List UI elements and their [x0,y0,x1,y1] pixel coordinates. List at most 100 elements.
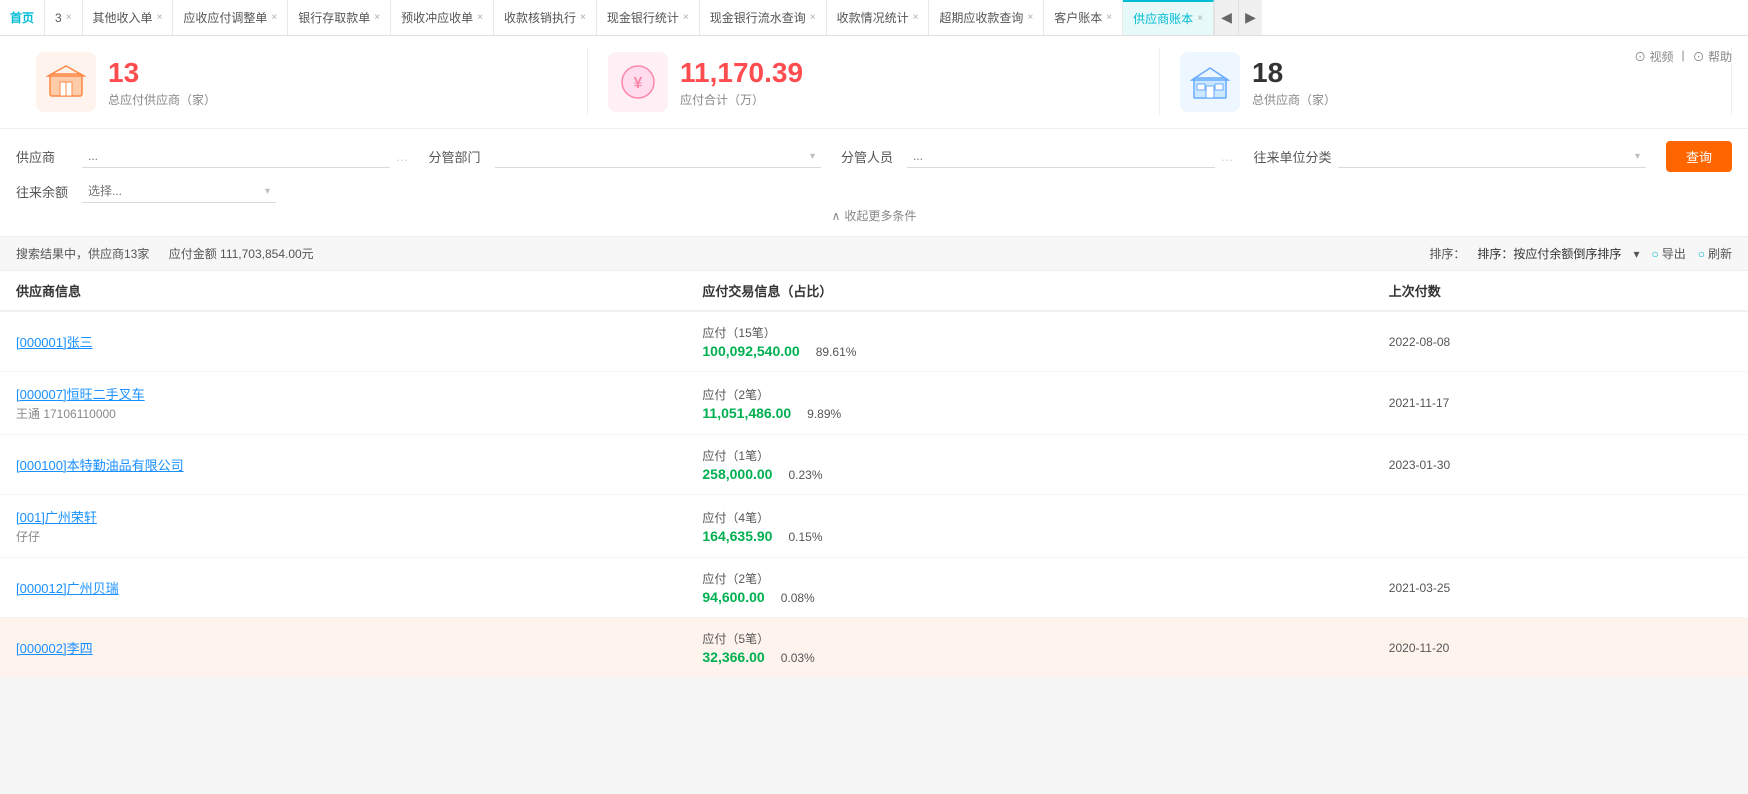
supplier-input[interactable] [82,145,390,168]
filter-section: 供应商 … 分管部门 ▾ 分管人员 … 往来单位分类 ▾ 查询 [0,129,1748,237]
payable-count-1: 应付（15笔） [702,324,1388,341]
category-input[interactable] [1344,149,1635,163]
total-amount-label: 应付合计（万） [680,91,803,108]
filter-person: 分管人员 … [841,145,1234,168]
filter-balance: 往来余额 ▾ [16,180,276,203]
separator: | [1682,48,1685,65]
supplier-info-6: [000002]李四 [16,638,702,657]
nav-bank[interactable]: 银行存取款单 × [288,0,391,35]
nav-adjust-label: 应收应付调整单 [183,9,267,26]
nav-overdue[interactable]: 超期应收款查询 × [929,0,1044,35]
table-section: 供应商信息 应付交易信息（占比） 上次付数 [000001]张三 应付（15笔）… [0,271,1748,678]
col-header-lastpay: 上次付数 [1389,281,1732,300]
payable-amount-4: 164,635.90 [702,528,772,544]
balance-select-wrapper[interactable]: ▾ [82,180,276,203]
nav-overdue-close[interactable]: × [1027,12,1033,23]
refresh-link[interactable]: ○ 刷新 [1698,245,1732,262]
dept-select-wrapper[interactable]: ▾ [495,145,822,168]
video-label: 视频 [1649,50,1673,64]
nav-home[interactable]: 首页 [0,0,45,35]
supplier-id-4: [001] [16,510,45,525]
payable-row-2: 11,051,486.00 9.89% [702,405,1388,421]
filter-dept: 分管部门 ▾ [429,145,822,168]
dept-chevron-icon: ▾ [810,151,815,162]
supplier-id-6: [000002] [16,641,67,656]
nav-collect[interactable]: 收款核销执行 × [494,0,597,35]
supplier-link-4[interactable]: [001]广州荣轩 [16,507,702,526]
collapse-button[interactable]: ∧ 收起更多条件 [832,207,917,224]
video-link[interactable]: ⊙ 视频 [1634,48,1673,65]
nav-adjust-close[interactable]: × [271,12,277,23]
nav-other-income-close[interactable]: × [157,12,163,23]
nav-prepay-close[interactable]: × [477,12,483,23]
nav-customer-book[interactable]: 客户账本 × [1044,0,1123,35]
filter-supplier: 供应商 … [16,145,409,168]
payable-amount-2: 11,051,486.00 [702,405,791,421]
nav-supplier-book-close[interactable]: × [1197,13,1203,24]
summary-card-suppliers: 13 总应付供应商（家） [16,48,588,116]
table-header: 供应商信息 应付交易信息（占比） 上次付数 [0,271,1748,312]
supplier-id-3: [000100] [16,458,67,473]
export-link[interactable]: ○ 导出 [1651,245,1685,262]
col-header-payable: 应付交易信息（占比） [702,281,1388,300]
col-header-supplier: 供应商信息 [16,281,702,300]
nav-prepay[interactable]: 预收冲应收单 × [391,0,494,35]
payable-info-5: 应付（2笔） 94,600.00 0.08% [702,570,1388,605]
supplier-filter-label: 供应商 [16,147,76,166]
person-more-icon[interactable]: … [1221,149,1234,164]
payable-percent-5: 0.08% [781,591,815,605]
result-info-amount: 应付金额 111,703,854.00元 [169,247,314,261]
last-pay-3: 2023-01-30 [1389,458,1732,472]
nav-cash-flow[interactable]: 现金银行流水查询 × [700,0,827,35]
result-bar: 搜索结果中，供应商13家 应付金额 111,703,854.00元 排序： 排序… [0,237,1748,271]
nav-cash-stat-close[interactable]: × [683,12,689,23]
supplier-more-icon[interactable]: … [396,149,409,164]
supplier-link-2[interactable]: [000007]恒旺二手叉车 [16,384,702,403]
category-select-wrapper[interactable]: ▾ [1338,145,1646,168]
sort-value[interactable]: 排序：按应付余额倒序排序 [1477,245,1621,262]
supplier-name-6: 李四 [67,641,93,656]
payable-row-5: 94,600.00 0.08% [702,589,1388,605]
nav-next-arrow[interactable]: ▶ [1238,0,1262,35]
payable-percent-3: 0.23% [788,468,822,482]
nav-supplier-book[interactable]: 供应商账本 × [1123,0,1214,35]
summary-text-amount: 11,170.39 应付合计（万） [680,56,803,109]
nav-tab-3-label: 3 [55,11,62,25]
nav-receipt-stat-close[interactable]: × [913,12,919,23]
supplier-info-2: [000007]恒旺二手叉车 王通 17106110000 [16,384,702,422]
summary-card-amount: ¥ 11,170.39 应付合计（万） [588,48,1160,116]
nav-prepay-label: 预收冲应收单 [401,9,473,26]
supplier-link-3[interactable]: [000100]本特勤油品有限公司 [16,455,702,474]
nav-tab-3-close[interactable]: × [66,12,72,23]
supplier-sub-2: 王通 17106110000 [16,405,702,422]
supplier-name-1: 张三 [67,335,93,350]
payable-count-4: 应付（4笔） [702,509,1388,526]
help-label: 帮助 [1708,50,1732,64]
query-button[interactable]: 查询 [1666,141,1732,172]
supplier-link-1[interactable]: [000001]张三 [16,332,702,351]
collapse-up-icon: ∧ [832,209,841,223]
total-payable-suppliers-label: 总应付供应商（家） [108,91,216,108]
payable-row-3: 258,000.00 0.23% [702,466,1388,482]
nav-tab-3[interactable]: 3 × [45,0,83,35]
supplier-link-6[interactable]: [000002]李四 [16,638,702,657]
nav-bar: 首页 3 × 其他收入单 × 应收应付调整单 × 银行存取款单 × 预收冲应收单… [0,0,1748,36]
help-link[interactable]: ⊙ 帮助 [1693,48,1732,65]
nav-cash-stat[interactable]: 现金银行统计 × [597,0,700,35]
person-input[interactable] [907,145,1215,168]
nav-collect-close[interactable]: × [580,12,586,23]
nav-cash-flow-close[interactable]: × [810,12,816,23]
nav-bank-close[interactable]: × [374,12,380,23]
collapse-area: ∧ 收起更多条件 [16,203,1732,224]
nav-other-income[interactable]: 其他收入单 × [83,0,174,35]
payable-row-1: 100,092,540.00 89.61% [702,343,1388,359]
nav-prev-arrow[interactable]: ◀ [1214,0,1238,35]
nav-customer-book-close[interactable]: × [1106,12,1112,23]
supplier-link-5[interactable]: [000012]广州贝瑞 [16,578,702,597]
nav-adjust[interactable]: 应收应付调整单 × [173,0,288,35]
payable-percent-6: 0.03% [781,651,815,665]
category-filter-label: 往来单位分类 [1254,147,1332,166]
balance-input[interactable] [88,184,265,198]
nav-receipt-stat[interactable]: 收款情况统计 × [827,0,930,35]
dept-input[interactable] [501,149,810,163]
